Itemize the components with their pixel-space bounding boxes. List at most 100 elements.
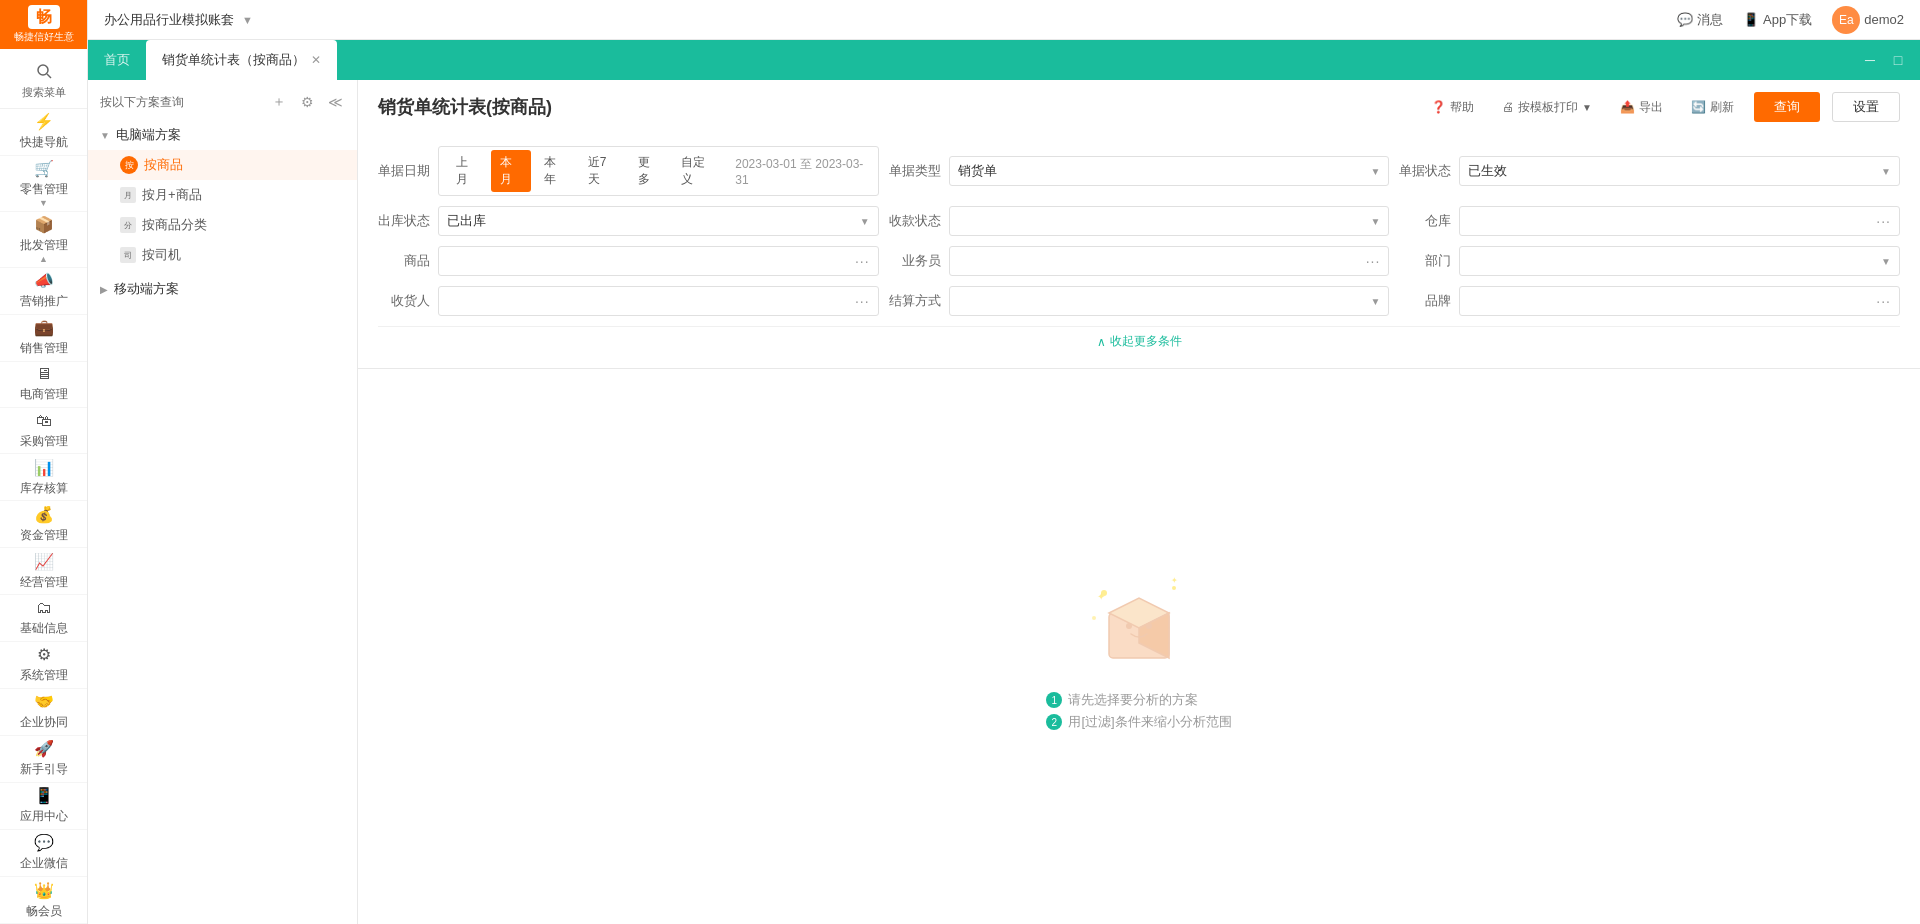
sidebar-item-inventory[interactable]: 📊 库存核算	[0, 454, 87, 501]
search-menu-label: 搜索菜单	[22, 85, 66, 100]
sidebar-item-base[interactable]: 🗂 基础信息	[0, 595, 87, 641]
out-status-control[interactable]: 已出库 ▼	[438, 206, 879, 236]
sidebar-item-quick-nav[interactable]: ⚡ 快捷导航	[0, 109, 87, 156]
doc-type-control[interactable]: 销货单 ▼	[949, 156, 1390, 186]
settings-scheme-button[interactable]: ⚙	[297, 92, 317, 112]
help-button[interactable]: ❓ 帮助	[1423, 95, 1482, 120]
quick-nav-label: 快捷导航	[20, 134, 68, 151]
tab-close-button[interactable]: ✕	[311, 53, 321, 67]
sidebar-item-marketing[interactable]: 📣 营销推广	[0, 268, 87, 315]
sidebar-search-section: 搜索菜单	[0, 49, 87, 109]
sidebar-item-finance[interactable]: 💰 资金管理	[0, 501, 87, 548]
marketing-label: 营销推广	[20, 293, 68, 310]
message-icon: 💬	[1677, 12, 1693, 27]
goods-control[interactable]: ···	[438, 246, 879, 276]
search-menu-button[interactable]	[22, 57, 66, 85]
tree-item-by-month-goods[interactable]: 月 按月+商品	[88, 180, 357, 210]
filter-row-3: 商品 ··· 业务员 ··· 部门	[378, 246, 1900, 276]
settings-button[interactable]: 设置	[1832, 92, 1900, 122]
receipt-status-control[interactable]: ▼	[949, 206, 1390, 236]
date-range: 2023-03-01 至 2023-03-31	[735, 156, 869, 187]
svg-point-8	[1172, 586, 1176, 590]
tab-bar: 首页 销货单统计表（按商品） ✕ ─ □	[88, 40, 1920, 80]
tab-sales-stats[interactable]: 销货单统计表（按商品） ✕	[146, 40, 337, 80]
date-tab-last-month[interactable]: 上月	[447, 150, 487, 192]
header-left: 办公用品行业模拟账套 ▼	[104, 11, 253, 29]
collapse-button[interactable]: ∧ 收起更多条件	[378, 326, 1900, 356]
download-icon: 📱	[1743, 12, 1759, 27]
add-scheme-button[interactable]: ＋	[269, 92, 289, 112]
tree-group-mobile-arrow: ▶	[100, 284, 108, 295]
by-driver-label: 按司机	[142, 246, 181, 264]
tree-item-by-category[interactable]: 分 按商品分类	[88, 210, 357, 240]
wholesale-icon: 📦	[34, 215, 54, 234]
tree-group-pc-label: 电脑端方案	[116, 126, 181, 144]
top-header: 办公用品行业模拟账套 ▼ 💬 消息 📱 App下载 Ea demo2	[88, 0, 1920, 40]
operations-label: 经营管理	[20, 574, 68, 591]
help-icon: ❓	[1431, 100, 1446, 114]
purchase-icon: 🛍	[36, 412, 52, 430]
sidebar-item-wholesale[interactable]: 📦 批发管理 ▲	[0, 212, 87, 268]
empty-tips: 1 请先选择要分析的方案 2 用[过滤]条件来缩小分析范围	[1046, 691, 1231, 735]
brand-control[interactable]: ···	[1459, 286, 1900, 316]
dept-control[interactable]: ▼	[1459, 246, 1900, 276]
date-tab-more[interactable]: 更多	[629, 150, 669, 192]
doc-type-value: 销货单	[958, 162, 1371, 180]
sidebar-item-guide[interactable]: 🚀 新手引导	[0, 736, 87, 783]
messages-label: 消息	[1697, 11, 1723, 29]
tree-group-pc-header[interactable]: ▼ 电脑端方案	[88, 120, 357, 150]
filter-row-4: 收货人 ··· 结算方式 ▼ 品牌	[378, 286, 1900, 316]
app-download-button[interactable]: 📱 App下载	[1743, 11, 1812, 29]
user-profile[interactable]: Ea demo2	[1832, 6, 1904, 34]
warehouse-filter-cell: 仓库 ···	[1399, 206, 1900, 236]
sidebar-item-member[interactable]: 👑 畅会员	[0, 877, 87, 924]
tree-group-pc: ▼ 电脑端方案 按 按商品 月 按月+商品 分 按商品分类 司 按司机	[88, 120, 357, 270]
svg-point-9	[1092, 616, 1096, 620]
sidebar-item-sales[interactable]: 💼 销售管理	[0, 315, 87, 362]
consignee-control[interactable]: ···	[438, 286, 879, 316]
main-content: 办公用品行业模拟账套 ▼ 💬 消息 📱 App下载 Ea demo2 首页	[88, 0, 1920, 924]
sidebar-item-appcenter[interactable]: 📱 应用中心	[0, 783, 87, 830]
minimize-button[interactable]: ─	[1860, 50, 1880, 70]
doc-status-label: 单据状态	[1399, 162, 1459, 180]
sidebar-item-system[interactable]: ⚙ 系统管理	[0, 642, 87, 689]
date-tab-this-year[interactable]: 本年	[535, 150, 575, 192]
sidebar-item-ecommerce[interactable]: 🖥 电商管理	[0, 362, 87, 408]
tree-item-by-driver[interactable]: 司 按司机	[88, 240, 357, 270]
dept-label: 部门	[1399, 252, 1459, 270]
member-icon: 👑	[34, 881, 54, 900]
refresh-label: 刷新	[1710, 99, 1734, 116]
sidebar-item-wechat[interactable]: 💬 企业微信	[0, 830, 87, 877]
export-button[interactable]: 📤 导出	[1612, 95, 1671, 120]
empty-illustration: ✦ ✦	[1079, 558, 1199, 681]
date-tab-this-month[interactable]: 本月	[491, 150, 531, 192]
tree-group-mobile: ▶ 移动端方案	[88, 274, 357, 304]
system-label: 系统管理	[20, 667, 68, 684]
collapse-panel-button[interactable]: ≪	[325, 92, 345, 112]
industry-dropdown-arrow[interactable]: ▼	[242, 14, 253, 26]
date-tab-custom[interactable]: 自定义	[672, 150, 723, 192]
sidebar-item-operations[interactable]: 📈 经营管理	[0, 548, 87, 595]
finance-label: 资金管理	[20, 527, 68, 544]
refresh-button[interactable]: 🔄 刷新	[1683, 95, 1742, 120]
sidebar-item-purchase[interactable]: 🛍 采购管理	[0, 408, 87, 454]
date-tab-7days[interactable]: 近7天	[579, 150, 625, 192]
tab-home[interactable]: 首页	[88, 40, 146, 80]
wechat-icon: 💬	[34, 833, 54, 852]
sidebar-item-enterprise[interactable]: 🤝 企业协同	[0, 689, 87, 736]
tree-group-mobile-header[interactable]: ▶ 移动端方案	[88, 274, 357, 304]
page-title-row: 销货单统计表(按商品) ❓ 帮助 🖨 按模板打印 ▼ 📤	[378, 92, 1900, 122]
template-print-button[interactable]: 🖨 按模板打印 ▼	[1494, 95, 1600, 120]
settlement-control[interactable]: ▼	[949, 286, 1390, 316]
sidebar-item-retail[interactable]: 🛒 零售管理 ▼	[0, 156, 87, 212]
warehouse-control[interactable]: ···	[1459, 206, 1900, 236]
tree-item-by-goods[interactable]: 按 按商品	[88, 150, 357, 180]
print-dropdown-arrow: ▼	[1582, 102, 1592, 113]
salesman-control[interactable]: ···	[949, 246, 1390, 276]
doc-status-control[interactable]: 已生效 ▼	[1459, 156, 1900, 186]
retail-label: 零售管理	[20, 181, 68, 198]
guide-icon: 🚀	[34, 739, 54, 758]
query-button[interactable]: 查询	[1754, 92, 1820, 122]
maximize-button[interactable]: □	[1888, 50, 1908, 70]
messages-button[interactable]: 💬 消息	[1677, 11, 1723, 29]
